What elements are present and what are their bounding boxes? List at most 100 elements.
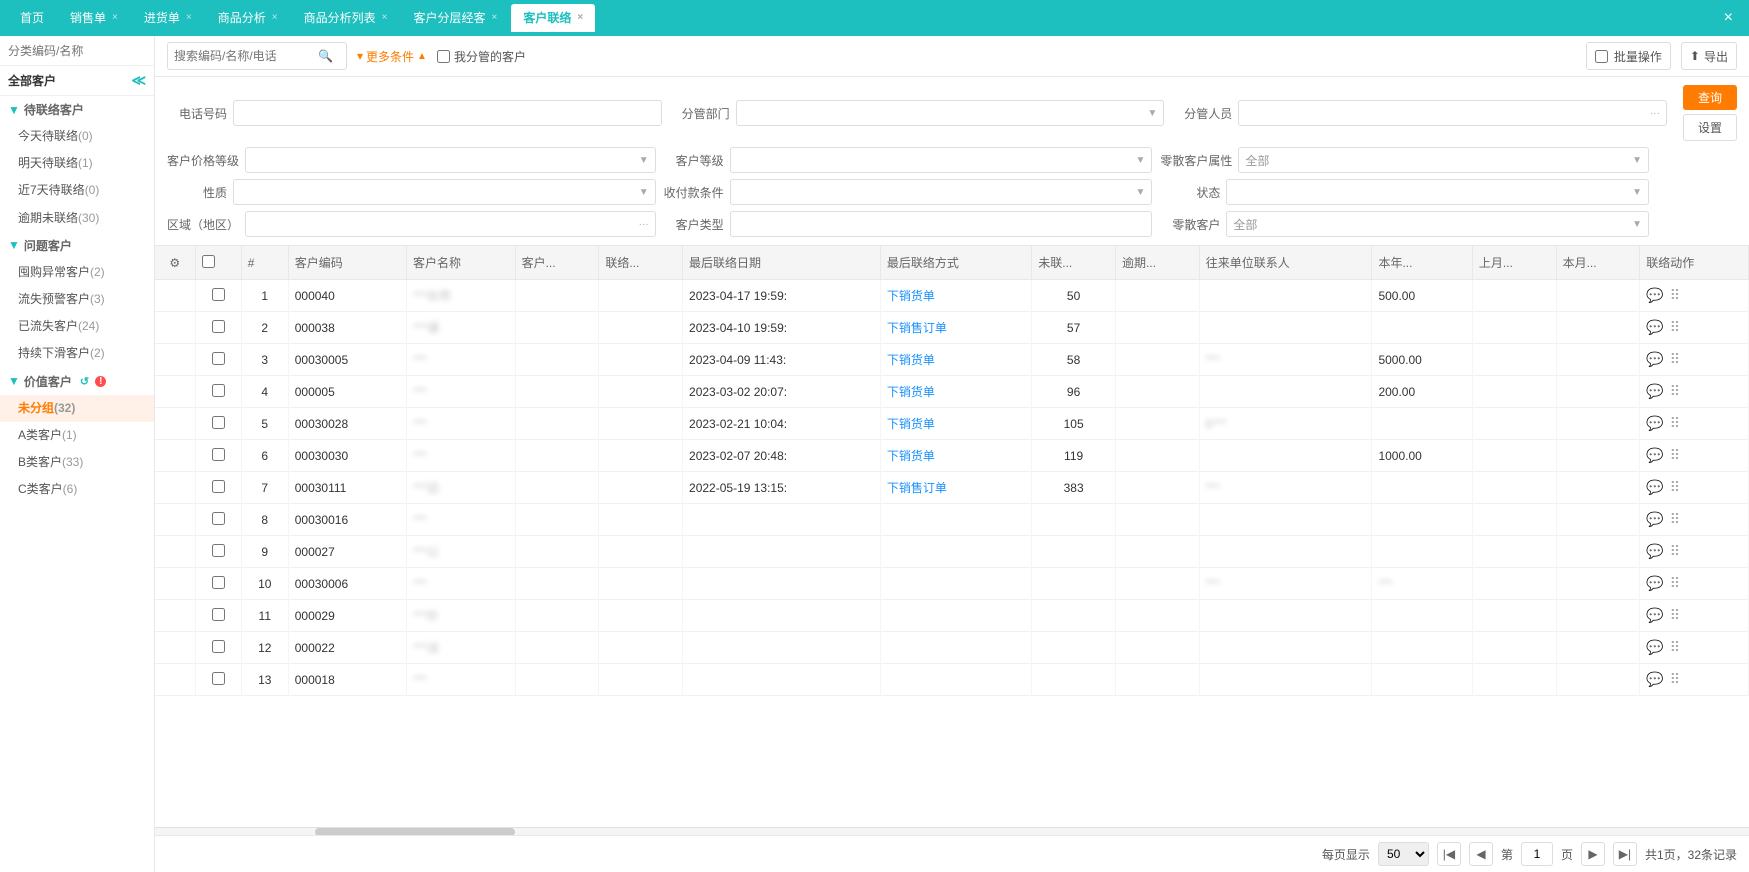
col-last-contact-type[interactable]: 最后联络方式 <box>880 246 1031 280</box>
filter-payment-terms-select[interactable]: ▼ <box>730 179 1153 205</box>
col-code[interactable]: 客户编码 <box>288 246 406 280</box>
row-check-1[interactable] <box>212 320 225 333</box>
row-last-type-7[interactable] <box>880 504 1031 536</box>
row-checkbox-2[interactable] <box>195 344 241 376</box>
contact-type-link-6[interactable]: 下销售订单 <box>887 481 947 495</box>
tab-sales[interactable]: 销售单 × <box>58 4 130 32</box>
problem-customers-group[interactable]: ▼ 问题客户 <box>0 232 154 259</box>
contact-action-icon-12[interactable]: 💬 <box>1646 671 1663 688</box>
row-checkbox-11[interactable] <box>195 632 241 664</box>
filter-dept-select[interactable]: ▼ <box>736 100 1165 126</box>
tab-customer-contact-close[interactable]: × <box>577 4 583 32</box>
more-action-icon-0[interactable]: ⠿ <box>1670 287 1680 304</box>
filter-retail-attr-select[interactable]: 全部 ▼ <box>1238 147 1649 173</box>
col-type[interactable]: 客户... <box>515 246 599 280</box>
pending-contact-group[interactable]: ▼ 待联络客户 <box>0 96 154 123</box>
col-unit-contact[interactable]: 往来单位联系人 <box>1199 246 1372 280</box>
tab-customer-contact[interactable]: 客户联络 × <box>511 4 595 32</box>
contact-action-icon-4[interactable]: 💬 <box>1646 415 1663 432</box>
value-customers-group[interactable]: ▼ 价值客户 ↺ ! <box>0 368 154 395</box>
search-input[interactable] <box>174 49 314 63</box>
contact-action-icon-11[interactable]: 💬 <box>1646 639 1663 656</box>
sidebar-item-declining[interactable]: 持续下滑客户(2) <box>0 340 154 367</box>
first-page-button[interactable]: |◀ <box>1437 842 1461 866</box>
row-check-4[interactable] <box>212 416 225 429</box>
row-last-type-10[interactable] <box>880 600 1031 632</box>
more-action-icon-5[interactable]: ⠿ <box>1670 447 1680 464</box>
row-checkbox-12[interactable] <box>195 664 241 696</box>
row-last-type-0[interactable]: 下销货单 <box>880 280 1031 312</box>
sidebar-item-b-class[interactable]: B类客户(33) <box>0 449 154 476</box>
row-checkbox-0[interactable] <box>195 280 241 312</box>
row-checkbox-1[interactable] <box>195 312 241 344</box>
more-action-icon-1[interactable]: ⠿ <box>1670 319 1680 336</box>
more-action-icon-3[interactable]: ⠿ <box>1670 383 1680 400</box>
contact-action-icon-3[interactable]: 💬 <box>1646 383 1663 400</box>
more-action-icon-2[interactable]: ⠿ <box>1670 351 1680 368</box>
all-customers-header[interactable]: 全部客户 ≪ <box>0 66 154 96</box>
tab-product-analysis[interactable]: 商品分析 × <box>206 4 290 32</box>
select-all-checkbox[interactable] <box>202 255 215 268</box>
row-check-12[interactable] <box>212 672 225 685</box>
next-page-button[interactable]: ▶ <box>1581 842 1605 866</box>
row-last-type-5[interactable]: 下销货单 <box>880 440 1031 472</box>
more-action-icon-6[interactable]: ⠿ <box>1670 479 1680 496</box>
row-check-7[interactable] <box>212 512 225 525</box>
contact-action-icon-7[interactable]: 💬 <box>1646 511 1663 528</box>
contact-action-icon-5[interactable]: 💬 <box>1646 447 1663 464</box>
row-checkbox-8[interactable] <box>195 536 241 568</box>
contact-type-link-0[interactable]: 下销货单 <box>887 289 935 303</box>
row-check-10[interactable] <box>212 608 225 621</box>
col-uncontacted[interactable]: 未联... <box>1032 246 1116 280</box>
contact-action-icon-1[interactable]: 💬 <box>1646 319 1663 336</box>
tab-home[interactable]: 首页 <box>8 4 56 32</box>
last-page-button[interactable]: ▶| <box>1613 842 1637 866</box>
filter-customer-type-select[interactable] <box>730 211 1153 237</box>
filter-retail-customer-select[interactable]: 全部 ▼ <box>1226 211 1649 237</box>
contact-action-icon-2[interactable]: 💬 <box>1646 351 1663 368</box>
contact-type-link-3[interactable]: 下销货单 <box>887 385 935 399</box>
sidebar-item-overdue-contact[interactable]: 逾期未联络(30) <box>0 205 154 232</box>
more-action-icon-4[interactable]: ⠿ <box>1670 415 1680 432</box>
sidebar-item-7days-pending[interactable]: 近7天待联络(0) <box>0 177 154 204</box>
row-check-2[interactable] <box>212 352 225 365</box>
contact-type-link-5[interactable]: 下销货单 <box>887 449 935 463</box>
prev-page-button[interactable]: ◀ <box>1469 842 1493 866</box>
row-check-3[interactable] <box>212 384 225 397</box>
row-last-type-9[interactable] <box>880 568 1031 600</box>
sidebar-item-churned[interactable]: 已流失客户(24) <box>0 313 154 340</box>
col-overdue[interactable]: 逾期... <box>1115 246 1199 280</box>
my-customers-check[interactable] <box>437 50 450 63</box>
close-all-button[interactable]: × <box>1716 9 1741 27</box>
contact-action-icon-6[interactable]: 💬 <box>1646 479 1663 496</box>
row-checkbox-7[interactable] <box>195 504 241 536</box>
tab-sales-close[interactable]: × <box>112 4 118 32</box>
contact-type-link-4[interactable]: 下销货单 <box>887 417 935 431</box>
tab-customer-segment[interactable]: 客户分层经客 × <box>401 4 509 32</box>
filter-customer-level-select[interactable]: ▼ <box>730 147 1153 173</box>
row-checkbox-10[interactable] <box>195 600 241 632</box>
query-button[interactable]: 查询 <box>1683 85 1737 110</box>
tab-customer-segment-close[interactable]: × <box>491 4 497 32</box>
sidebar-search-input[interactable] <box>8 44 155 58</box>
filter-nature-select[interactable]: ▼ <box>233 179 656 205</box>
more-action-icon-9[interactable]: ⠿ <box>1670 575 1680 592</box>
more-conditions-button[interactable]: ▾ 更多条件 ▲ <box>357 48 427 65</box>
sidebar-item-c-class[interactable]: C类客户(6) <box>0 476 154 503</box>
tab-purchase-close[interactable]: × <box>186 4 192 32</box>
col-last-month[interactable]: 上月... <box>1472 246 1556 280</box>
row-last-type-6[interactable]: 下销售订单 <box>880 472 1031 504</box>
row-checkbox-5[interactable] <box>195 440 241 472</box>
row-last-type-4[interactable]: 下销货单 <box>880 408 1031 440</box>
col-last-contact-date[interactable]: 最后联络日期 <box>683 246 881 280</box>
col-this-year[interactable]: 本年... <box>1372 246 1472 280</box>
more-action-icon-10[interactable]: ⠿ <box>1670 607 1680 624</box>
more-action-icon-8[interactable]: ⠿ <box>1670 543 1680 560</box>
row-checkbox-3[interactable] <box>195 376 241 408</box>
row-checkbox-6[interactable] <box>195 472 241 504</box>
filter-manager-select[interactable]: ··· <box>1238 100 1667 126</box>
col-this-month[interactable]: 本月... <box>1556 246 1640 280</box>
row-check-5[interactable] <box>212 448 225 461</box>
row-check-0[interactable] <box>212 288 225 301</box>
col-settings[interactable]: ⚙ <box>155 246 195 280</box>
